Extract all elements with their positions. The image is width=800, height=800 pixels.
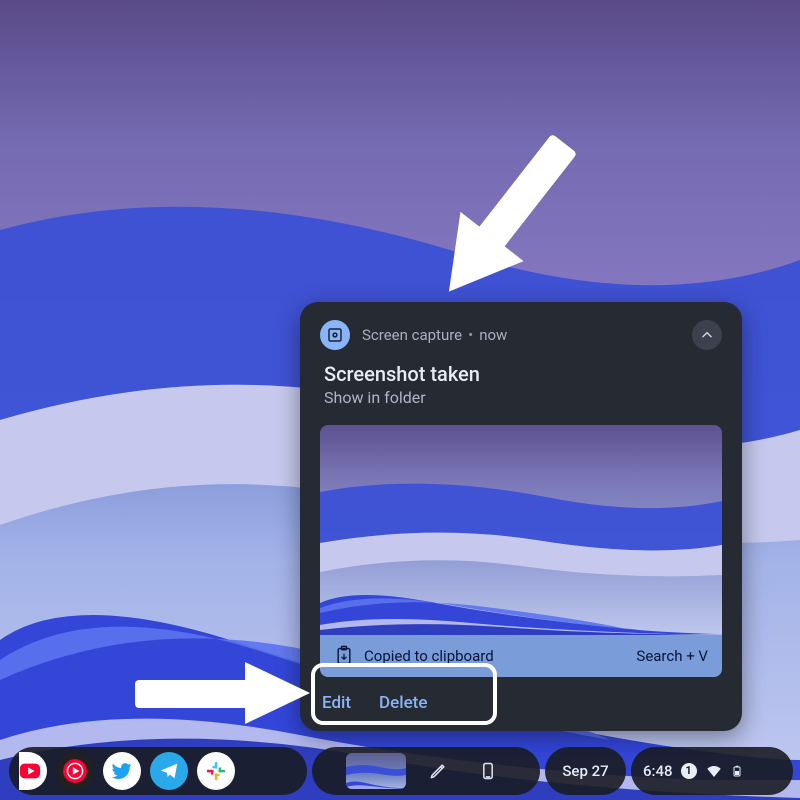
shelf-app-slack[interactable] bbox=[197, 752, 235, 790]
clipboard-shortcut: Search + V bbox=[636, 647, 708, 665]
tote-screenshot-thumb[interactable] bbox=[346, 753, 406, 789]
phone-hub-button[interactable] bbox=[470, 753, 506, 789]
clipboard-bar[interactable]: Copied to clipboard Search + V bbox=[320, 635, 722, 677]
telegram-icon bbox=[158, 760, 180, 782]
shelf-date-button[interactable]: Sep 27 bbox=[545, 747, 626, 795]
slack-icon bbox=[205, 760, 227, 782]
twitter-icon bbox=[111, 760, 133, 782]
shelf-app-youtube-music[interactable] bbox=[56, 752, 94, 790]
screenshot-thumb bbox=[346, 753, 406, 789]
youtube-music-icon bbox=[62, 758, 88, 784]
notification-header: Screen capture • now bbox=[300, 302, 742, 360]
stylus-tools-button[interactable] bbox=[420, 753, 456, 789]
battery-icon bbox=[731, 761, 743, 781]
shelf-app-youtube[interactable] bbox=[19, 752, 47, 790]
shelf-status-tray[interactable]: 6:48 1 bbox=[631, 747, 793, 795]
screen-capture-icon bbox=[320, 320, 350, 350]
phone-hub-icon bbox=[478, 761, 498, 781]
chevron-up-icon bbox=[700, 328, 714, 342]
shelf-tools bbox=[312, 747, 540, 795]
shelf-time: 6:48 bbox=[643, 762, 673, 780]
stylus-icon bbox=[428, 761, 448, 781]
show-in-folder-link[interactable]: Show in folder bbox=[300, 386, 742, 417]
clipboard-icon bbox=[334, 645, 354, 667]
shelf-apps bbox=[9, 747, 307, 795]
youtube-icon bbox=[19, 760, 41, 782]
notification-time: now bbox=[479, 326, 507, 344]
screenshot-preview[interactable] bbox=[320, 425, 722, 635]
notification-actions: Edit Delete bbox=[300, 677, 742, 723]
clipboard-text: Copied to clipboard bbox=[364, 647, 494, 665]
notification-app-name: Screen capture bbox=[362, 326, 462, 344]
screenshot-notification[interactable]: Screen capture • now Screenshot taken Sh… bbox=[300, 302, 742, 731]
shelf: Sep 27 6:48 1 bbox=[0, 742, 800, 800]
notification-title: Screenshot taken bbox=[300, 360, 742, 386]
notification-count-badge: 1 bbox=[681, 763, 697, 779]
collapse-button[interactable] bbox=[692, 320, 722, 350]
delete-button[interactable]: Delete bbox=[379, 693, 427, 713]
preview-image bbox=[320, 425, 722, 635]
desktop: Screen capture • now Screenshot taken Sh… bbox=[0, 0, 800, 800]
shelf-app-twitter[interactable] bbox=[103, 752, 141, 790]
separator: • bbox=[468, 326, 473, 344]
wifi-icon bbox=[705, 762, 723, 780]
edit-button[interactable]: Edit bbox=[322, 693, 351, 713]
shelf-date: Sep 27 bbox=[562, 762, 608, 780]
shelf-app-telegram[interactable] bbox=[150, 752, 188, 790]
